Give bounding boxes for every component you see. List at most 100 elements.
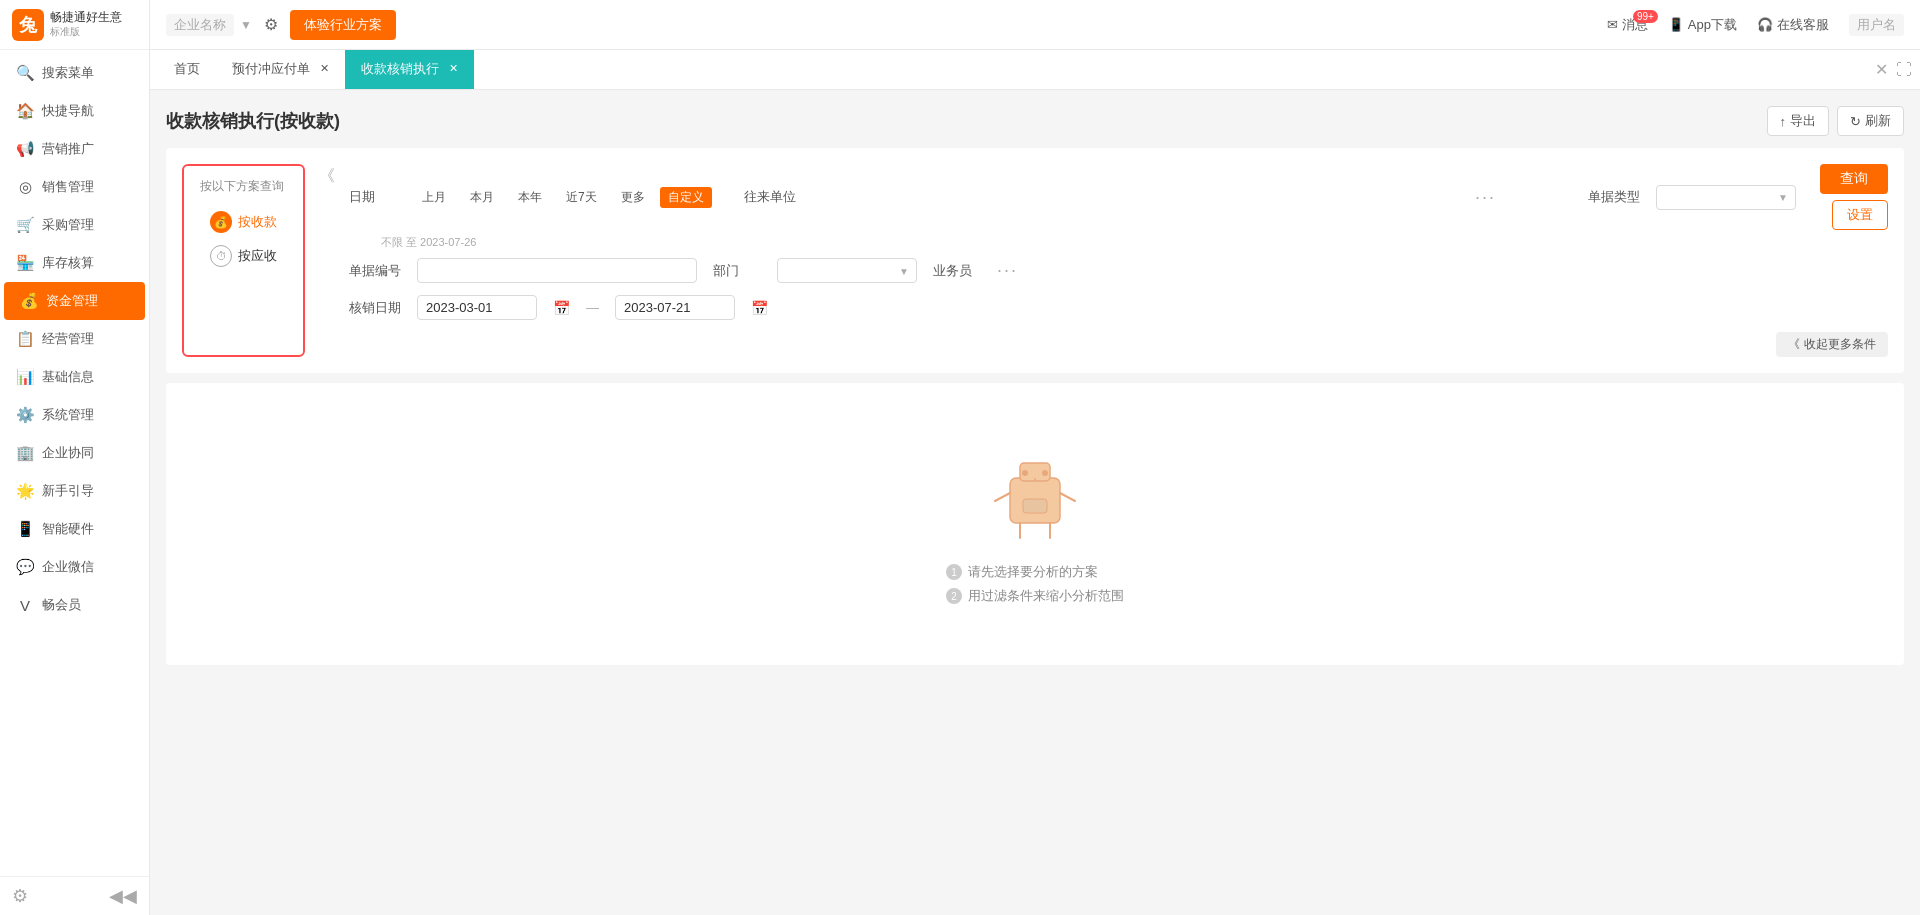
member-icon: V: [16, 597, 34, 614]
tab-receivable-label: 收款核销执行: [361, 60, 439, 78]
sidebar-item-label: 资金管理: [46, 292, 98, 310]
calendar-start-icon[interactable]: 📅: [553, 300, 570, 316]
logo-text: 畅捷通好生意: [50, 10, 122, 26]
expand-tab-button[interactable]: ⛶: [1896, 61, 1912, 79]
inventory-icon: 🏪: [16, 254, 34, 272]
filter-row-3: 核销日期 📅 — 📅: [349, 295, 1888, 320]
solution-button[interactable]: 体验行业方案: [290, 10, 396, 40]
wechat-icon: 💬: [16, 558, 34, 576]
date-hint: 不限 至 2023-07-26: [381, 236, 476, 248]
app-download-button[interactable]: 📱 App下载: [1668, 16, 1737, 34]
tab-prepay[interactable]: 预付冲应付单 ✕: [216, 50, 345, 89]
tab-receivable[interactable]: 收款核销执行 ✕: [345, 50, 474, 89]
date-last-7days[interactable]: 近7天: [557, 186, 606, 209]
sidebar-item-inventory[interactable]: 🏪 库存核算: [0, 244, 149, 282]
sidebar-item-guide[interactable]: 🌟 新手引导: [0, 472, 149, 510]
close-tab-button[interactable]: ✕: [1875, 60, 1888, 79]
calendar-end-icon[interactable]: 📅: [751, 300, 768, 316]
message-button[interactable]: ✉ 消息 99+: [1607, 16, 1648, 34]
sales-icon: ◎: [16, 178, 34, 196]
date-custom-badge: 自定义: [660, 187, 712, 208]
tab-home-label: 首页: [174, 60, 200, 78]
counterparty-dots[interactable]: ···: [1475, 187, 1496, 208]
tip-num-2: 2: [946, 588, 962, 604]
doc-type-label: 单据类型: [1588, 188, 1640, 206]
empty-illustration: [985, 443, 1085, 543]
sidebar-item-sales[interactable]: ◎ 销售管理: [0, 168, 149, 206]
sidebar-item-label: 搜索菜单: [42, 64, 94, 82]
sidebar-item-enterprise[interactable]: 🏢 企业协同: [0, 434, 149, 472]
online-service-button[interactable]: 🎧 在线客服: [1757, 16, 1829, 34]
top-header: 企业名称 ▼ ⚙ 体验行业方案 ✉ 消息 99+ 📱 App下载 🎧 在线客服 …: [150, 0, 1920, 50]
filter-option-by-receivable[interactable]: ⏱ 按应收: [200, 239, 287, 273]
date-this-year[interactable]: 本年: [509, 186, 551, 209]
export-button[interactable]: ↑ 导出: [1767, 106, 1830, 136]
search-menu-icon: 🔍: [16, 64, 34, 82]
dept-select[interactable]: [777, 258, 917, 283]
collapse-more-button[interactable]: 《 收起更多条件: [1776, 332, 1888, 357]
empty-tip-1: 1 请先选择要分析的方案: [946, 563, 1124, 581]
sidebar-item-label: 营销推广: [42, 140, 94, 158]
tab-home[interactable]: 首页: [158, 50, 216, 89]
date-label: 日期: [349, 188, 397, 206]
date-more[interactable]: 更多: [612, 186, 654, 209]
date-last-month[interactable]: 上月: [413, 186, 455, 209]
sidebar-item-search-menu[interactable]: 🔍 搜索菜单: [0, 54, 149, 92]
date-this-month[interactable]: 本月: [461, 186, 503, 209]
sidebar-item-wechat[interactable]: 💬 企业微信: [0, 548, 149, 586]
verify-date-end-input[interactable]: [615, 295, 735, 320]
export-icon: ↑: [1780, 114, 1787, 129]
filter-option-label: 按收款: [238, 213, 277, 231]
staff-dots[interactable]: ···: [997, 260, 1018, 281]
app-label: App下载: [1688, 16, 1737, 34]
filter-collapse-icon[interactable]: 《: [317, 166, 337, 186]
sidebar-item-label: 经营管理: [42, 330, 94, 348]
tab-receivable-close-icon[interactable]: ✕: [449, 62, 458, 75]
sidebar-item-member[interactable]: V 畅会员: [0, 586, 149, 624]
header-brand-area: 企业名称 ▼: [166, 14, 252, 36]
header-brand: 企业名称: [166, 14, 234, 36]
receipt-icon: 💰: [210, 211, 232, 233]
refresh-button[interactable]: ↻ 刷新: [1837, 106, 1904, 136]
collapse-more-label: 收起更多条件: [1804, 336, 1876, 353]
doc-type-select[interactable]: [1656, 185, 1796, 210]
doc-no-label: 单据编号: [349, 262, 401, 280]
svg-line-6: [995, 493, 1010, 501]
sidebar-item-hardware[interactable]: 📱 智能硬件: [0, 510, 149, 548]
operations-icon: 📋: [16, 330, 34, 348]
filter-option-by-receipt[interactable]: 💰 按收款: [200, 205, 287, 239]
query-button[interactable]: 查询: [1820, 164, 1888, 194]
collapse-sidebar-icon[interactable]: ◀◀: [109, 885, 137, 907]
user-info[interactable]: 用户名: [1849, 14, 1904, 36]
gear-icon[interactable]: ⚙: [264, 15, 278, 34]
message-badge: 99+: [1633, 10, 1658, 23]
sidebar-item-basic-info[interactable]: 📊 基础信息: [0, 358, 149, 396]
counterparty-label: 往来单位: [744, 189, 796, 204]
setting-button[interactable]: 设置: [1832, 200, 1888, 230]
sidebar-item-system[interactable]: ⚙️ 系统管理: [0, 396, 149, 434]
sidebar-item-funds[interactable]: 💰 资金管理: [4, 282, 145, 320]
message-icon: ✉: [1607, 17, 1618, 32]
svg-point-3: [1022, 470, 1028, 476]
sidebar-item-purchase[interactable]: 🛒 采购管理: [0, 206, 149, 244]
settings-footer-icon[interactable]: ⚙: [12, 885, 28, 907]
enterprise-icon: 🏢: [16, 444, 34, 462]
basic-info-icon: 📊: [16, 368, 34, 386]
sidebar-item-quick-nav[interactable]: 🏠 快捷导航: [0, 92, 149, 130]
sidebar-footer: ⚙ ◀◀: [0, 876, 149, 915]
page-title: 收款核销执行(按收款): [166, 109, 340, 133]
dept-label: 部门: [713, 262, 761, 280]
verify-date-start-input[interactable]: [417, 295, 537, 320]
tip-num-1: 1: [946, 564, 962, 580]
filter-panel: 按以下方案查询 💰 按收款 ⏱ 按应收 《 日期 上月: [166, 148, 1904, 373]
sidebar-item-label: 企业协同: [42, 444, 94, 462]
doc-no-input[interactable]: [417, 258, 697, 283]
sidebar-item-marketing[interactable]: 📢 营销推广: [0, 130, 149, 168]
filter-actions: 查询 设置: [1812, 164, 1888, 230]
logo-sub: 标准版: [50, 25, 122, 39]
tab-prepay-close-icon[interactable]: ✕: [320, 62, 329, 75]
doc-type-select-wrapper: [1656, 185, 1796, 210]
sidebar-item-operations[interactable]: 📋 经营管理: [0, 320, 149, 358]
system-icon: ⚙️: [16, 406, 34, 424]
page-title-bar: 收款核销执行(按收款) ↑ 导出 ↻ 刷新: [166, 106, 1904, 136]
